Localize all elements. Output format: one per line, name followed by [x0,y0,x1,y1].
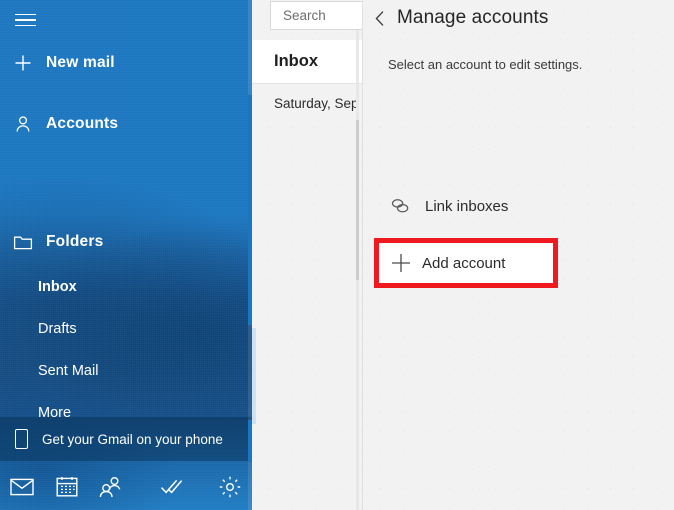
chevron-left-icon[interactable] [363,0,397,36]
new-mail-button[interactable]: New mail [0,43,252,83]
folder-item-inbox[interactable]: Inbox [0,270,252,304]
folder-icon [0,233,46,251]
promo-label: Get your Gmail on your phone [42,431,223,447]
link-inboxes-label: Link inboxes [425,197,509,215]
folder-item-sent-mail[interactable]: Sent Mail [0,354,252,388]
date-group-header: Saturday, Sep [252,87,362,119]
plus-icon [0,53,46,73]
accounts-label: Accounts [46,115,119,132]
pane-subtitle: Select an account to edit settings. [388,57,583,72]
inbox-title: Inbox [274,52,318,70]
message-list-scrollbar-thumb[interactable] [356,120,359,280]
accounts-button[interactable]: Accounts [0,104,252,144]
new-mail-label: New mail [46,54,115,71]
plus-icon [379,252,422,274]
folder-label: Inbox [38,279,77,295]
gmail-phone-promo-banner[interactable]: Get your Gmail on your phone [0,417,252,461]
folders-label: Folders [46,233,104,250]
message-list-panel: Search Inbox Saturday, Sep [252,0,362,510]
message-list-header: Inbox [252,40,362,84]
add-account-label: Add account [422,254,506,272]
search-input[interactable]: Search [270,1,362,30]
phone-icon [0,429,42,449]
hamburger-menu-icon[interactable] [8,4,48,36]
folders-button[interactable]: Folders [0,222,252,262]
mail-app-window: New mail Accounts Folders Inbox Drafts S… [0,0,674,510]
mail-icon[interactable] [0,463,44,510]
folder-label: Drafts [38,321,77,337]
search-placeholder-text: Search [283,8,326,23]
folder-label: Sent Mail [38,363,99,379]
folder-item-drafts[interactable]: Drafts [0,312,252,346]
link-inboxes-button[interactable]: Link inboxes [377,185,617,227]
people-icon[interactable] [89,463,133,510]
page-title: Manage accounts [397,7,549,28]
link-icon [377,197,425,215]
pane-header: Manage accounts [363,0,674,36]
navigation-sidebar: New mail Accounts Folders Inbox Drafts S… [0,0,252,510]
add-account-button[interactable]: Add account [379,243,553,283]
selected-message-accent [252,328,256,424]
person-icon [0,114,46,134]
calendar-icon[interactable] [44,463,88,510]
settings-gear-icon[interactable] [208,463,252,510]
bottom-nav-bar [0,463,252,510]
todo-icon[interactable] [151,463,195,510]
date-group-label: Saturday, Sep [274,95,359,111]
